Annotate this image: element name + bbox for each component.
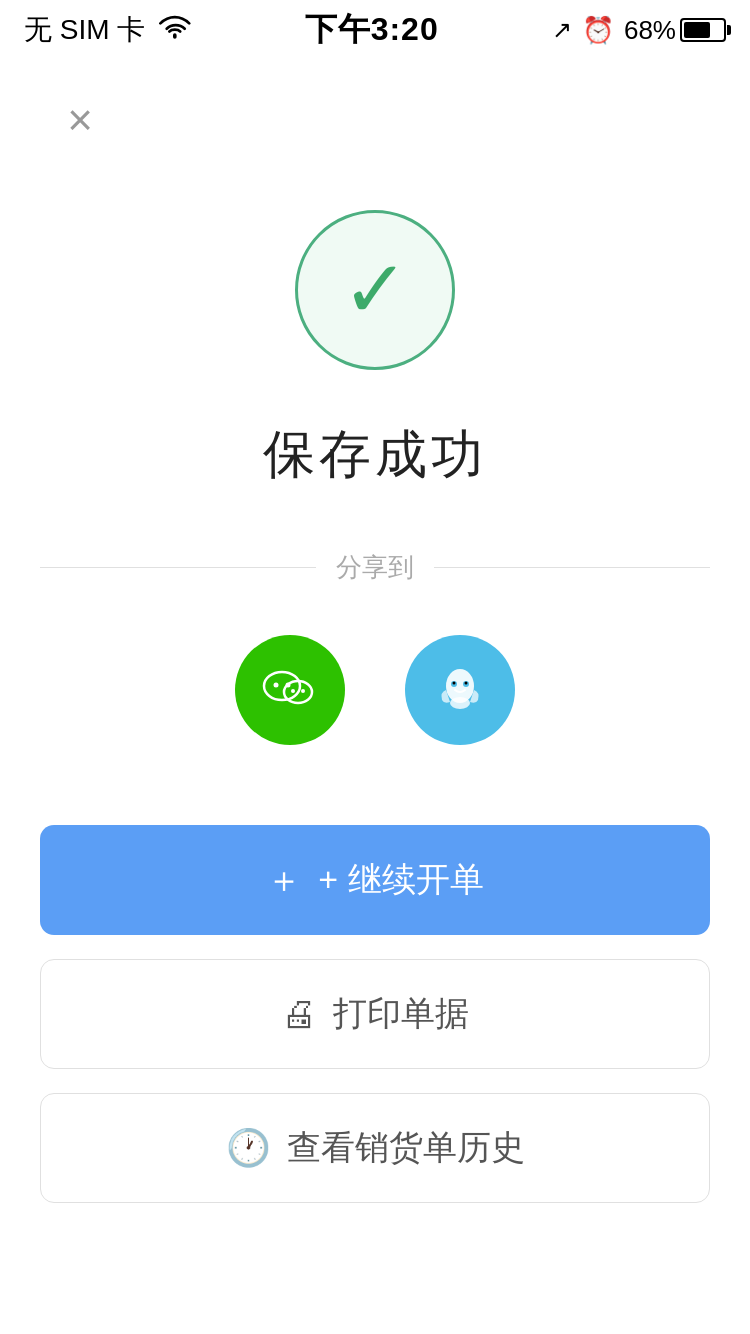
plus-icon: ＋ <box>266 856 302 905</box>
continue-order-label: + 继续开单 <box>318 857 483 903</box>
qq-icon <box>430 660 490 720</box>
checkmark-icon: ✓ <box>342 250 409 330</box>
svg-point-2 <box>274 683 279 688</box>
history-label: 查看销货单历史 <box>287 1125 525 1171</box>
svg-point-3 <box>286 683 291 688</box>
battery-fill <box>684 22 710 38</box>
alarm-icon: ⏰ <box>582 15 614 46</box>
status-right: ↗ ⏰ 68% <box>552 15 726 46</box>
clock-icon: 🕐 <box>226 1127 271 1169</box>
location-icon: ↗ <box>552 16 572 44</box>
battery-icon <box>680 18 726 42</box>
print-button[interactable]: 🖨 打印单据 <box>40 959 710 1069</box>
main-content: × ✓ 保存成功 分享到 <box>0 60 750 1334</box>
qq-share-button[interactable] <box>405 635 515 745</box>
wifi-icon <box>155 13 191 48</box>
divider-left <box>40 567 316 568</box>
print-label: 打印单据 <box>333 991 469 1037</box>
svg-point-5 <box>301 689 305 693</box>
status-carrier: 无 SIM 卡 <box>24 11 191 49</box>
share-icons-row <box>235 635 515 745</box>
battery-percent: 68% <box>624 15 676 46</box>
success-icon-container: ✓ <box>295 210 455 370</box>
status-time: 下午3:20 <box>305 8 439 52</box>
svg-point-9 <box>453 682 456 685</box>
actions-container: ＋ + 继续开单 🖨 打印单据 🕐 查看销货单历史 <box>40 825 710 1203</box>
share-divider: 分享到 <box>40 550 710 585</box>
history-button[interactable]: 🕐 查看销货单历史 <box>40 1093 710 1203</box>
close-icon: × <box>67 98 93 142</box>
wechat-icon <box>260 660 320 720</box>
svg-point-4 <box>291 689 295 693</box>
status-bar: 无 SIM 卡 下午3:20 ↗ ⏰ 68% <box>0 0 750 60</box>
svg-point-0 <box>264 672 300 700</box>
share-label: 分享到 <box>336 550 414 585</box>
continue-order-button[interactable]: ＋ + 继续开单 <box>40 825 710 935</box>
success-title: 保存成功 <box>263 420 487 490</box>
svg-point-10 <box>465 682 468 685</box>
carrier-text: 无 SIM 卡 <box>24 11 145 49</box>
print-icon: 🖨 <box>281 993 317 1035</box>
svg-point-11 <box>450 697 470 709</box>
battery: 68% <box>624 15 726 46</box>
close-button[interactable]: × <box>50 90 110 150</box>
wechat-share-button[interactable] <box>235 635 345 745</box>
divider-right <box>434 567 710 568</box>
